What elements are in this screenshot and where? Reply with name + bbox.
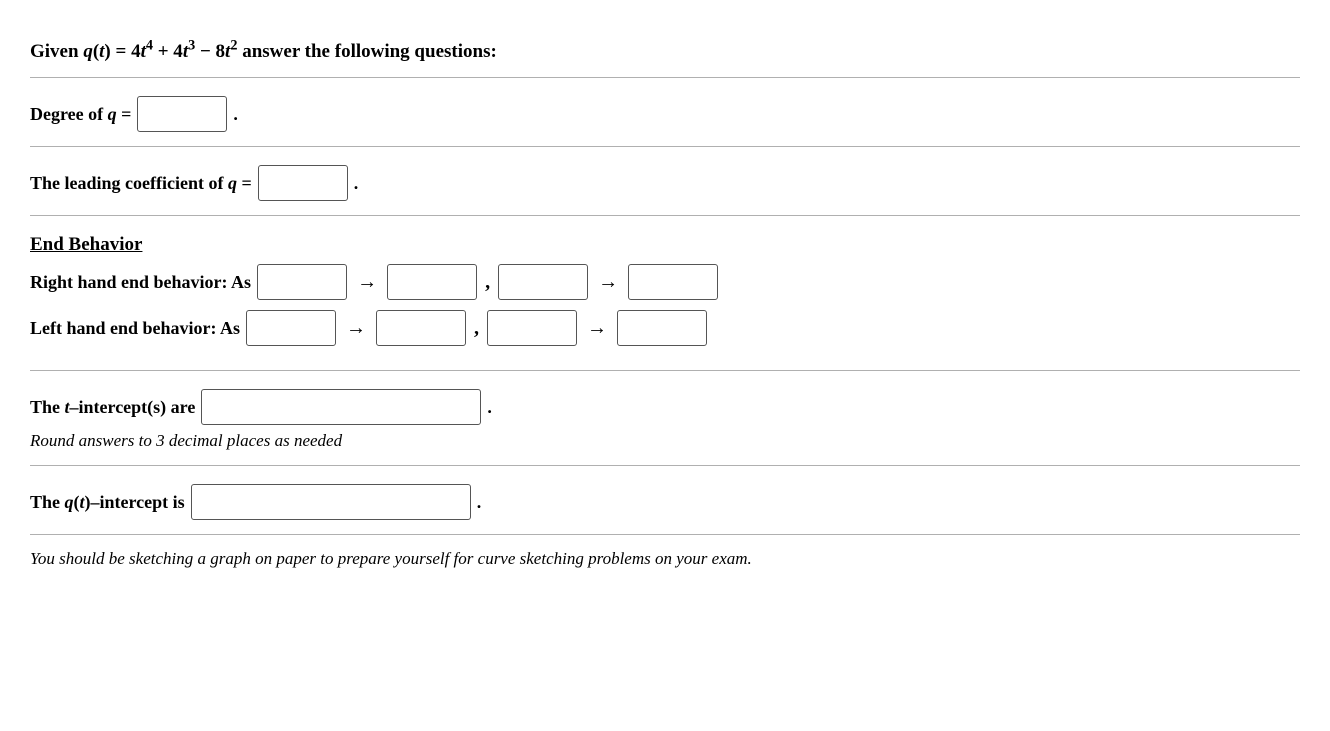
degree-dot: . <box>233 104 238 125</box>
right-hand-label: Right hand end behavior: As <box>30 272 251 293</box>
end-behavior-section: End Behavior Right hand end behavior: As… <box>30 216 1300 371</box>
qt-intercept-section: The q(t)–intercept is . <box>30 466 1300 535</box>
right-hand-input-2[interactable] <box>387 264 477 300</box>
degree-section: Degree of q = . <box>30 78 1300 147</box>
right-hand-input-4[interactable] <box>628 264 718 300</box>
leading-coefficient-dot: . <box>354 173 359 194</box>
qt-intercept-dot: . <box>477 492 482 513</box>
right-hand-arrow-2: → <box>598 271 618 294</box>
t-intercept-note: Round answers to 3 decimal places as nee… <box>30 431 1300 451</box>
t-intercept-section: The t–intercept(s) are . Round answers t… <box>30 371 1300 466</box>
qt-intercept-label: The q(t)–intercept is <box>30 492 185 513</box>
left-hand-arrow-1: → <box>346 317 366 340</box>
left-hand-input-2[interactable] <box>376 310 466 346</box>
left-hand-input-4[interactable] <box>617 310 707 346</box>
right-hand-input-1[interactable] <box>257 264 347 300</box>
t-intercept-dot: . <box>487 397 492 418</box>
degree-row: Degree of q = . <box>30 96 1300 132</box>
leading-coefficient-section: The leading coefficient of q = . <box>30 147 1300 216</box>
left-hand-row: Left hand end behavior: As → , → <box>30 310 1300 346</box>
t-intercept-label: The t–intercept(s) are <box>30 397 195 418</box>
question-header: Given q(t) = 4t4 + 4t3 − 8t2 answer the … <box>30 20 1300 78</box>
footer-note: You should be sketching a graph on paper… <box>30 535 1300 569</box>
qt-intercept-row: The q(t)–intercept is . <box>30 484 1300 520</box>
degree-label: Degree of q = <box>30 104 131 125</box>
qt-intercept-input[interactable] <box>191 484 471 520</box>
left-hand-comma: , <box>474 317 479 340</box>
right-hand-row: Right hand end behavior: As → , → <box>30 264 1300 300</box>
left-hand-input-1[interactable] <box>246 310 336 346</box>
right-hand-comma: , <box>485 271 490 294</box>
leading-coefficient-label: The leading coefficient of q = <box>30 173 252 194</box>
left-hand-input-3[interactable] <box>487 310 577 346</box>
end-behavior-title: End Behavior <box>30 234 1300 256</box>
left-hand-arrow-2: → <box>587 317 607 340</box>
leading-coefficient-input[interactable] <box>258 165 348 201</box>
right-hand-input-3[interactable] <box>498 264 588 300</box>
t-intercept-row: The t–intercept(s) are . <box>30 389 1300 425</box>
t-intercept-input[interactable] <box>201 389 481 425</box>
right-hand-arrow-1: → <box>357 271 377 294</box>
degree-input[interactable] <box>137 96 227 132</box>
question-title: Given q(t) = 4t4 + 4t3 − 8t2 answer the … <box>30 38 1300 63</box>
left-hand-label: Left hand end behavior: As <box>30 318 240 339</box>
leading-coefficient-row: The leading coefficient of q = . <box>30 165 1300 201</box>
